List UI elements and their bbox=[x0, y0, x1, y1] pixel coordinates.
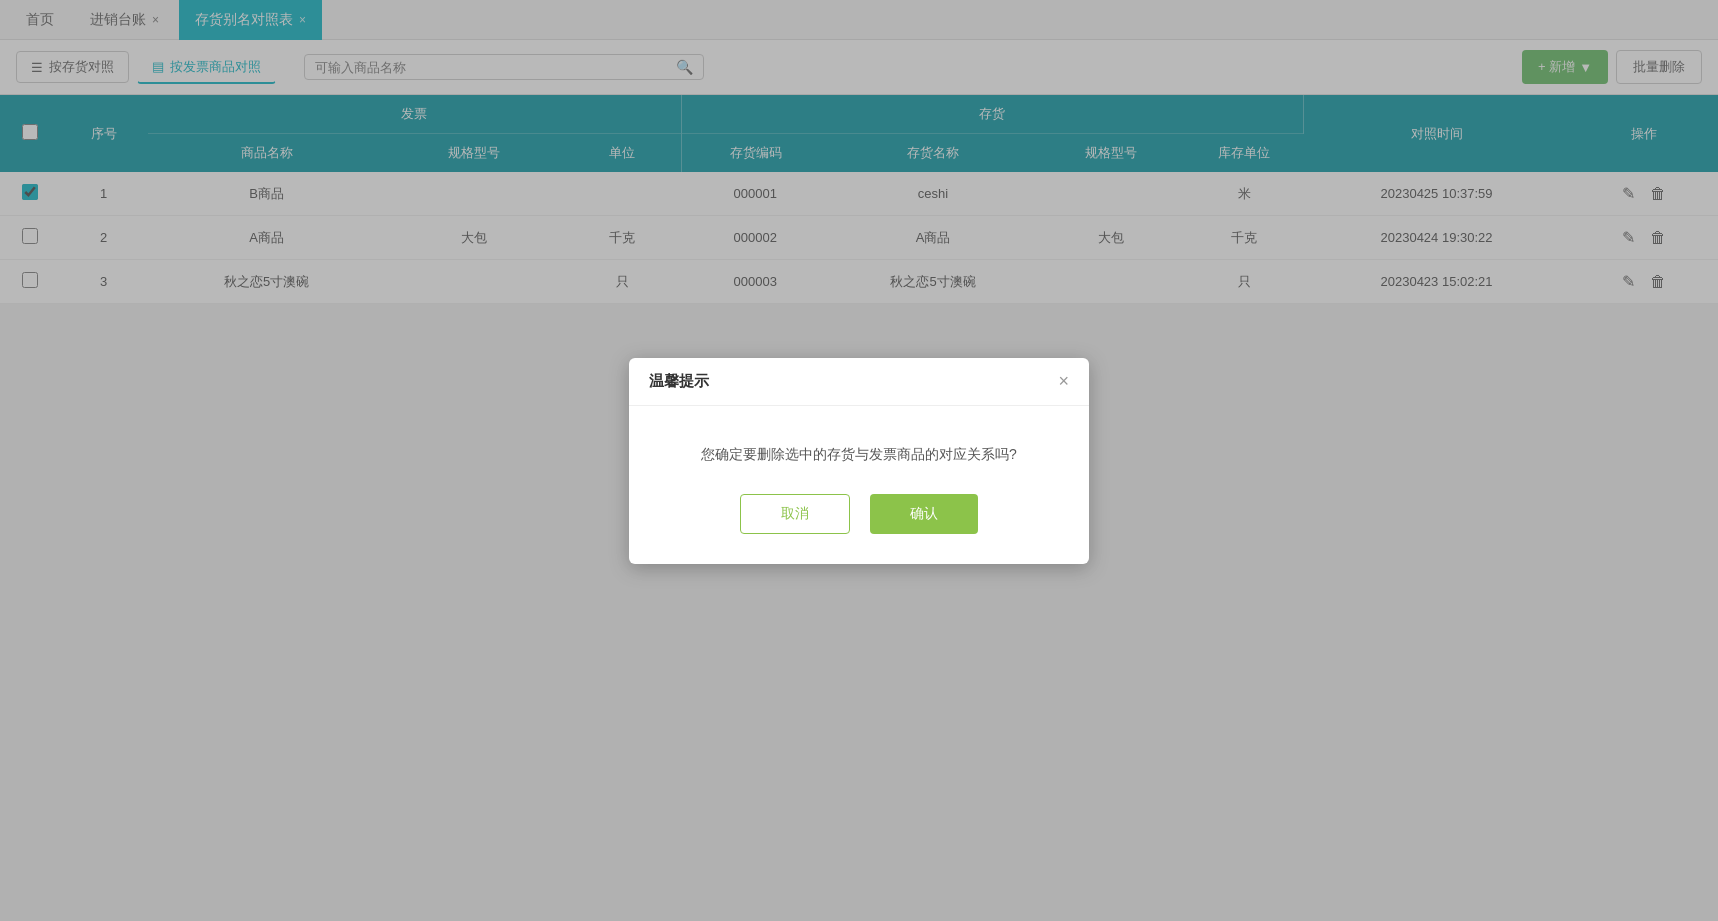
overlay: 温馨提示 × 您确定要删除选中的存货与发票商品的对应关系吗? 取消 确认 bbox=[0, 0, 1718, 304]
